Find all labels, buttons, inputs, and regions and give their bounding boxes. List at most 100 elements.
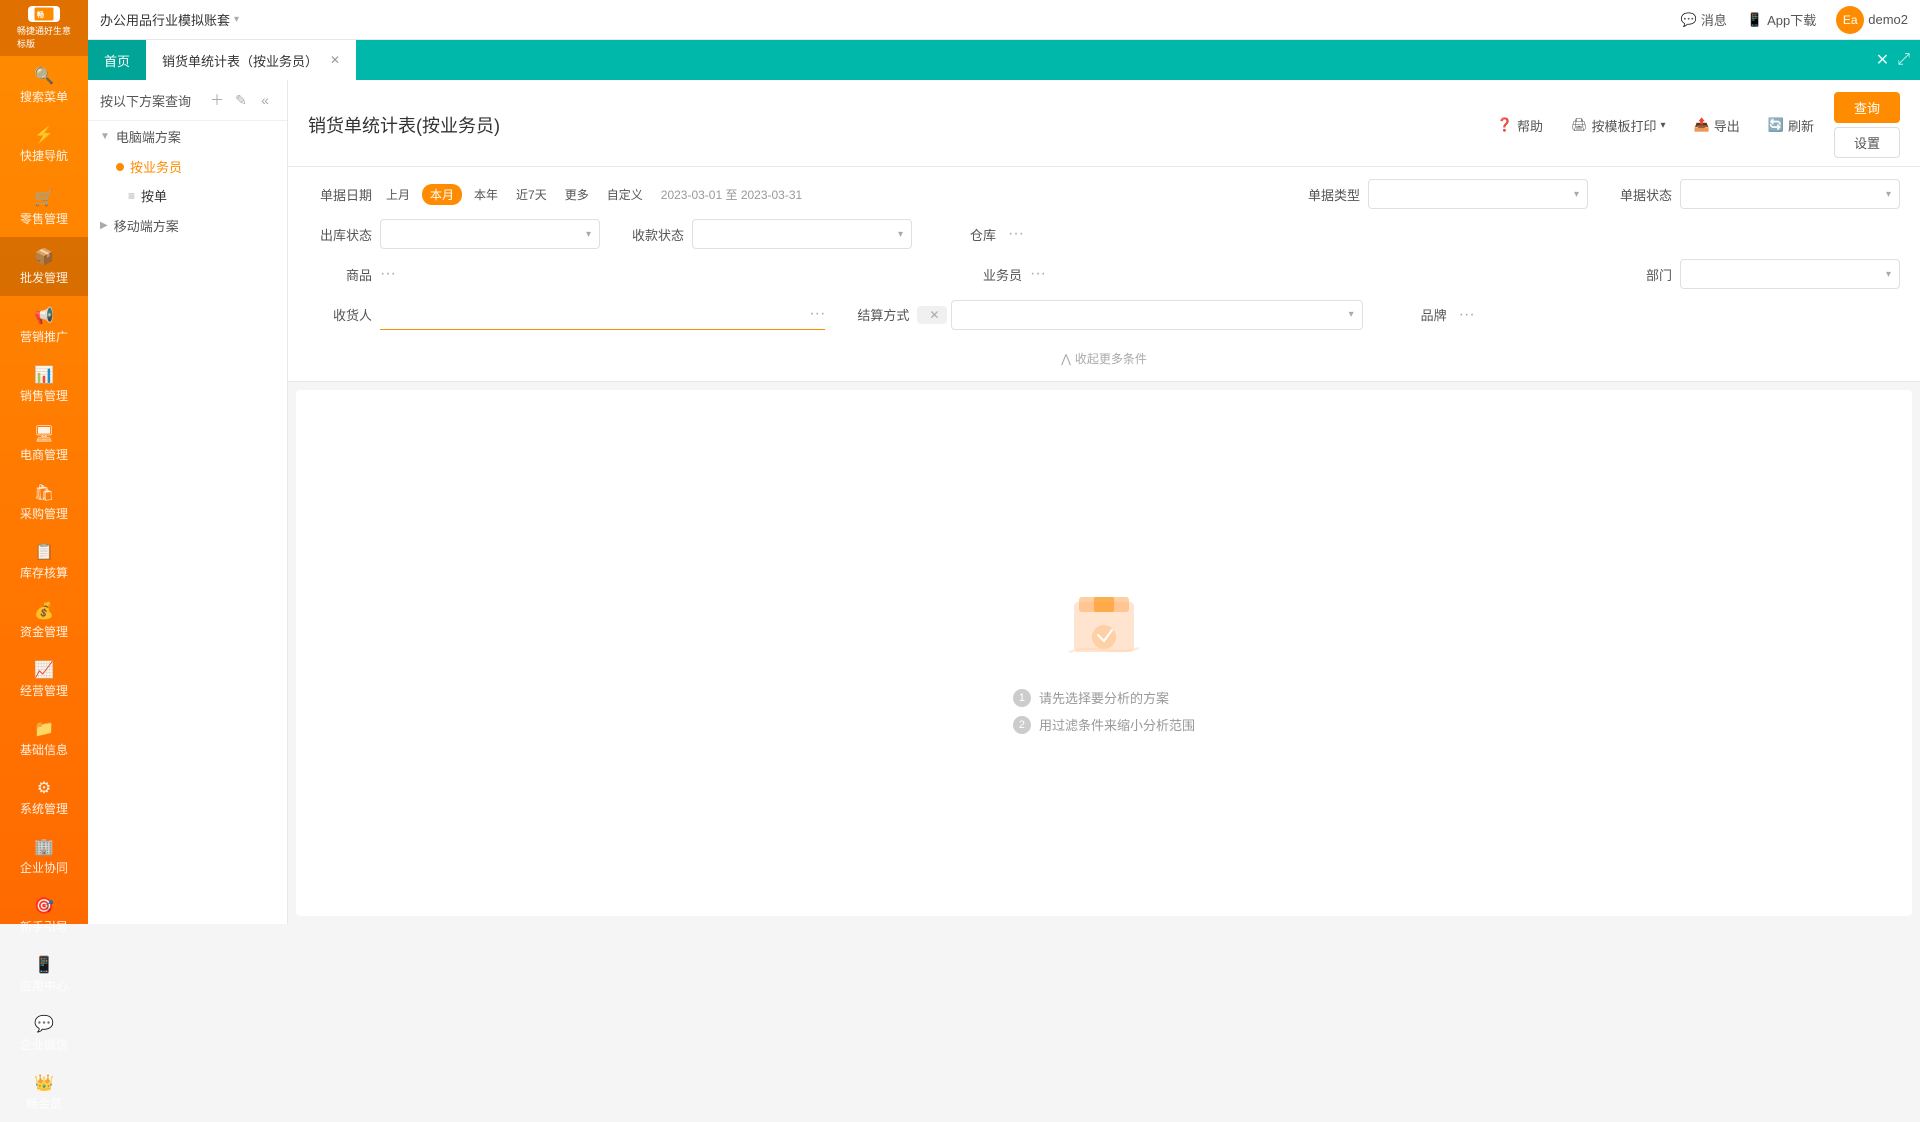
sidebar-item-label: 营销推广 [20, 328, 68, 345]
recipient-dots[interactable]: ··· [809, 305, 825, 323]
sidebar-item-label: 采购管理 [20, 505, 68, 522]
sidebar-item-label: 企业微信 [20, 1036, 68, 1053]
add-scheme-button[interactable]: ＋ [207, 90, 227, 110]
tab-close-window-button[interactable]: ✕ [1874, 48, 1891, 72]
page-header: 销货单统计表(按业务员) ❓ 帮助 🖨 按模板打印 📤 导出 [288, 80, 1920, 167]
left-panel-actions: ＋ ✎ « [207, 90, 275, 110]
settlement-control: ✕ ▾ [917, 300, 1362, 330]
collapse-icon: ⋀ [1061, 352, 1071, 366]
payment-status-label: 收款状态 [620, 225, 692, 244]
sidebar-item-label: 应用中心 [20, 977, 68, 994]
brand-dots[interactable]: ··· [1459, 306, 1475, 324]
top-header-right: 💬 消息 📱 App下载 Ea demo2 [1681, 6, 1908, 34]
sidebar-item-wholesale[interactable]: 📦 批发管理 [0, 237, 88, 296]
doc-type-label: 单据类型 [1296, 185, 1368, 204]
sidebar-item-system[interactable]: ⚙ 系统管理 [0, 768, 88, 827]
sidebar-item-corp[interactable]: 🏢 企业协同 [0, 827, 88, 886]
tab-home[interactable]: 首页 [88, 40, 146, 80]
sidebar-item-ops[interactable]: 📈 经营管理 [0, 650, 88, 709]
empty-tip-1: 1 请先选择要分析的方案 [1013, 688, 1195, 707]
goods-control: ··· [380, 265, 938, 283]
payment-status-select[interactable]: ▾ [692, 219, 912, 249]
collapse-panel-button[interactable]: « [255, 90, 275, 110]
tree-group-mobile[interactable]: ▶ 移动端方案 [88, 210, 287, 241]
main-area: 办公用品行业模拟账套 ▾ 💬 消息 📱 App下载 Ea demo2 首页 [88, 0, 1920, 924]
chevron-down-icon: ▾ [1886, 269, 1891, 280]
recipient-input[interactable] [380, 299, 809, 329]
print-label: 按模板打印 [1592, 116, 1657, 135]
tab-sales-stat[interactable]: 销货单统计表（按业务员） ✕ [146, 40, 356, 80]
finance-icon: 💰 [34, 601, 54, 621]
settlement-select[interactable]: ▾ [951, 300, 1362, 330]
sidebar-item-apps[interactable]: 📱 应用中心 [0, 945, 88, 1004]
settlement-tag-close[interactable]: ✕ [929, 308, 939, 322]
sidebar-item-inventory[interactable]: 📋 库存核算 [0, 532, 88, 591]
sidebar-item-purchase[interactable]: 🛍 采购管理 [0, 473, 88, 532]
sidebar-item-finance[interactable]: 💰 资金管理 [0, 591, 88, 650]
last7days-shortcut[interactable]: 近7天 [510, 184, 553, 205]
tree-item-label: 按业务员 [130, 157, 182, 176]
tab-maximize-button[interactable]: ⤢ [1895, 49, 1912, 71]
breadcrumb[interactable]: 办公用品行业模拟账套 ▾ [100, 10, 239, 29]
filter-area: 单据日期 上月 本月 本年 近7天 更多 自定义 2023-03-01 至 20… [288, 167, 1920, 382]
home-tab-label: 首页 [104, 51, 130, 70]
sidebar-logo: 畅 畅捷通好生意 标版 [0, 0, 88, 56]
out-status-select[interactable]: ▾ [380, 219, 600, 249]
app-download-button[interactable]: 📱 App下载 [1747, 10, 1816, 29]
sidebar-item-label: 畅会员 [26, 1095, 62, 1112]
collapse-label: 收起更多条件 [1075, 350, 1147, 367]
empty-tip-2: 2 用过滤条件来缩小分析范围 [1013, 715, 1195, 734]
sidebar-item-newbie[interactable]: 🎯 新手引导 [0, 886, 88, 945]
settlement-tag: ✕ [917, 306, 947, 324]
salesperson-control: ··· [1030, 265, 1588, 283]
export-button[interactable]: 📤 导出 [1686, 112, 1748, 139]
warehouse-dots[interactable]: ··· [1008, 225, 1024, 243]
sidebar-item-marketing[interactable]: 📢 营销推广 [0, 296, 88, 355]
sidebar-item-ecom[interactable]: 🖥 电商管理 [0, 414, 88, 473]
query-button[interactable]: 查询 [1834, 92, 1900, 123]
sidebar-item-member[interactable]: 👑 畅会员 [0, 1063, 88, 1122]
more-shortcut[interactable]: 更多 [559, 184, 595, 205]
purchase-icon: 🛍 [34, 483, 54, 503]
tab-close-button[interactable]: ✕ [330, 53, 340, 67]
chevron-down-icon: ▾ [1886, 189, 1891, 200]
sidebar-item-retail[interactable]: 🛒 零售管理 [0, 178, 88, 237]
sidebar-item-search[interactable]: 🔍 搜索菜单 [0, 56, 88, 115]
wholesale-icon: 📦 [34, 247, 54, 267]
chevron-down-icon: ▾ [234, 14, 239, 25]
salesperson-dots[interactable]: ··· [1030, 265, 1046, 283]
sidebar-item-quicknav[interactable]: ⚡ 快捷导航 [0, 115, 88, 174]
sidebar-item-base[interactable]: 📁 基础信息 [0, 709, 88, 768]
settings-button[interactable]: 设置 [1834, 127, 1900, 158]
sidebar-item-label: 批发管理 [20, 269, 68, 286]
refresh-button[interactable]: 🔄 刷新 [1760, 112, 1822, 139]
doc-type-select[interactable]: ▾ [1368, 179, 1588, 209]
custom-shortcut[interactable]: 自定义 [601, 184, 649, 205]
sidebar-item-sales[interactable]: 📊 销售管理 [0, 355, 88, 414]
recipient-label: 收货人 [308, 305, 380, 324]
tree-item-by-salesperson[interactable]: 按业务员 [116, 152, 287, 181]
sidebar-item-label: 销售管理 [20, 387, 68, 404]
this-month-shortcut[interactable]: 本月 [422, 184, 462, 205]
tree-group-desktop[interactable]: ▼ 电脑端方案 [88, 121, 287, 152]
edit-scheme-button[interactable]: ✎ [231, 90, 251, 110]
this-year-shortcut[interactable]: 本年 [468, 184, 504, 205]
tree-expand-icon: ▼ [100, 131, 110, 142]
message-button[interactable]: 💬 消息 [1681, 10, 1727, 29]
last-month-shortcut[interactable]: 上月 [380, 184, 416, 205]
sidebar-item-wechat[interactable]: 💬 企业微信 [0, 1004, 88, 1063]
tab-controls: ✕ ⤢ [1866, 48, 1920, 72]
tree-item-by-order[interactable]: ≡ 按单 [116, 181, 287, 210]
help-button[interactable]: ❓ 帮助 [1489, 112, 1551, 139]
doc-status-select[interactable]: ▾ [1680, 179, 1900, 209]
print-button[interactable]: 🖨 按模板打印 [1563, 112, 1674, 139]
doc-status-label: 单据状态 [1608, 185, 1680, 204]
collapse-button[interactable]: ⋀ 收起更多条件 [308, 344, 1900, 369]
goods-dots[interactable]: ··· [380, 265, 396, 283]
settlement-label: 结算方式 [845, 305, 917, 324]
user-menu-button[interactable]: Ea demo2 [1836, 6, 1908, 34]
department-select[interactable]: ▾ [1680, 259, 1900, 289]
base-icon: 📁 [34, 719, 54, 739]
left-panel-header: 按以下方案查询 ＋ ✎ « [88, 80, 287, 121]
sidebar-item-label: 快捷导航 [20, 147, 68, 164]
